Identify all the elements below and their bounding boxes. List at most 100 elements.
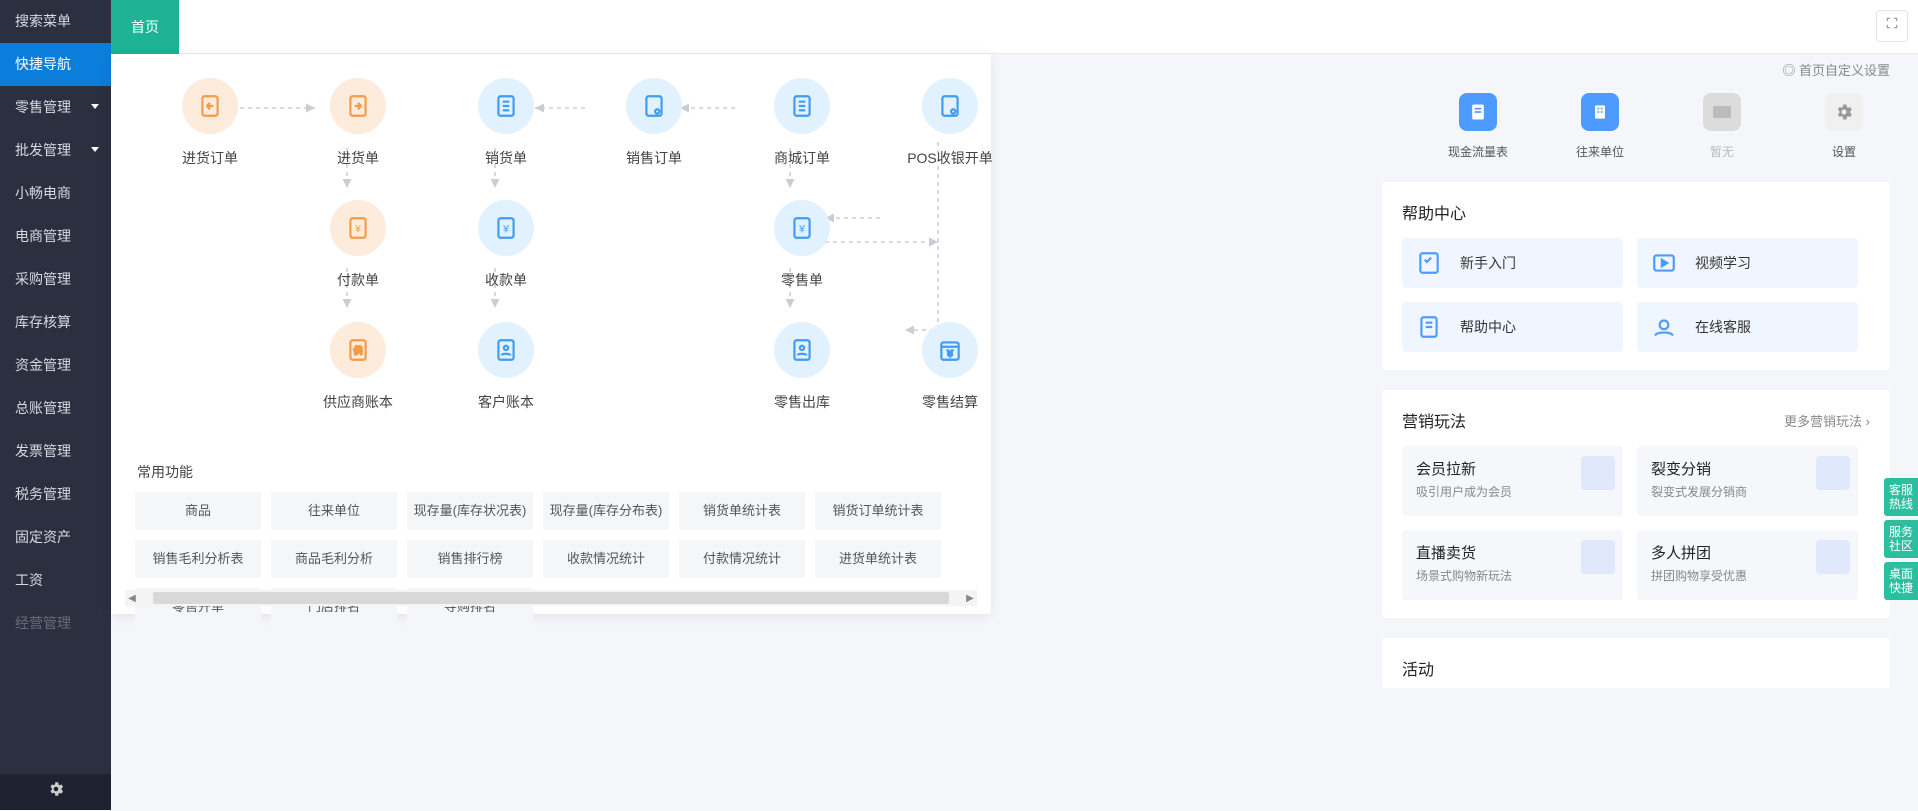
- activity-title: 活动: [1402, 656, 1870, 680]
- scroll-thumb[interactable]: [153, 592, 949, 604]
- tile-deco-icon: [1816, 540, 1850, 574]
- edge-tag-community[interactable]: 服务社区: [1884, 520, 1918, 558]
- marketing-tile[interactable]: 会员拉新吸引用户成为会员: [1402, 446, 1623, 516]
- flow-label: 销货单: [431, 148, 581, 168]
- quicknav-flyout: 进货订单进货单销货单销售订单商城订单POS收银开单¥付款单¥收款单¥零售单供供应…: [111, 54, 991, 614]
- sidebar-item-operations[interactable]: 经营管理: [0, 602, 111, 645]
- play-icon: [1651, 250, 1677, 276]
- common-function-button[interactable]: 进货单统计表: [815, 540, 941, 578]
- placeholder-icon: [1703, 93, 1741, 131]
- flow-node[interactable]: ¥零售结算: [875, 322, 1025, 412]
- flyout-scrollbar[interactable]: ◀ ▶: [125, 590, 977, 606]
- common-function-button[interactable]: 销货订单统计表: [815, 492, 941, 530]
- common-function-button[interactable]: 往来单位: [271, 492, 397, 530]
- sidebar-item-tax[interactable]: 税务管理: [0, 473, 111, 516]
- flow-icon: ¥: [330, 200, 386, 256]
- flow-icon: [330, 78, 386, 134]
- shortcut-cashflow[interactable]: 现金流量表: [1442, 93, 1514, 160]
- sidebar-item-invoice[interactable]: 发票管理: [0, 430, 111, 473]
- help-tile-help[interactable]: 帮助中心: [1402, 302, 1623, 352]
- marketing-more-link[interactable]: 更多营销玩法 ›: [1784, 411, 1870, 430]
- svg-text:¥: ¥: [947, 349, 953, 359]
- flow-label: 零售出库: [727, 392, 877, 412]
- common-function-button[interactable]: 销售毛利分析表: [135, 540, 261, 578]
- edge-tag-hotline[interactable]: 客服热线: [1884, 478, 1918, 516]
- common-function-button[interactable]: 收款情况统计: [543, 540, 669, 578]
- svg-text:供: 供: [354, 344, 363, 355]
- gear-icon: [47, 775, 65, 811]
- flow-icon: [478, 322, 534, 378]
- help-tile-video[interactable]: 视频学习: [1637, 238, 1858, 288]
- shortcut-settings[interactable]: 设置: [1808, 93, 1880, 160]
- sidebar-item-salary[interactable]: 工资: [0, 559, 111, 602]
- flow-icon: [626, 78, 682, 134]
- sidebar-item-quicknav[interactable]: 快捷导航: [0, 43, 111, 86]
- marketing-title: 营销玩法: [1402, 408, 1466, 432]
- sidebar-item-search[interactable]: 搜索菜单: [0, 0, 111, 43]
- marketing-tile[interactable]: 直播卖货场景式购物新玩法: [1402, 530, 1623, 600]
- scroll-right-icon[interactable]: ▶: [963, 593, 977, 604]
- target-icon: ◎: [1782, 63, 1799, 78]
- sidebar-item-inventory[interactable]: 库存核算: [0, 301, 111, 344]
- sidebar-item-ecommerce[interactable]: 电商管理: [0, 215, 111, 258]
- help-tile-newbie[interactable]: 新手入门: [1402, 238, 1623, 288]
- flow-icon: ¥: [774, 200, 830, 256]
- sidebar-settings[interactable]: [0, 774, 111, 810]
- flow-node[interactable]: 销售订单: [579, 78, 729, 168]
- sidebar-item-fixed-assets[interactable]: 固定资产: [0, 516, 111, 559]
- tile-deco-icon: [1581, 540, 1615, 574]
- flow-node[interactable]: 客户账本: [431, 322, 581, 412]
- activity-card: 活动: [1382, 638, 1890, 688]
- expand-icon: [1885, 17, 1899, 34]
- flow-label: 零售单: [727, 270, 877, 290]
- flow-node[interactable]: ¥ 零售单: [727, 200, 877, 290]
- flow-icon: 供: [330, 322, 386, 378]
- common-function-button[interactable]: 商品毛利分析: [271, 540, 397, 578]
- common-function-button[interactable]: 现存量(库存分布表): [543, 492, 669, 530]
- marketing-tile[interactable]: 多人拼团拼团购物享受优惠: [1637, 530, 1858, 600]
- flow-node[interactable]: ¥付款单: [283, 200, 433, 290]
- customize-link[interactable]: ◎ 首页自定义设置: [1382, 60, 1890, 79]
- edge-tag-desktop[interactable]: 桌面快捷: [1884, 562, 1918, 600]
- flow-icon: [478, 78, 534, 134]
- flow-node[interactable]: 进货单: [283, 78, 433, 168]
- svg-text:¥: ¥: [798, 223, 806, 235]
- sidebar-item-purchase[interactable]: 采购管理: [0, 258, 111, 301]
- fullscreen-button[interactable]: [1876, 10, 1908, 42]
- shortcut-contacts[interactable]: 往来单位: [1564, 93, 1636, 160]
- svg-text:¥: ¥: [354, 223, 362, 235]
- flow-node[interactable]: 进货订单: [135, 78, 285, 168]
- marketing-card: 营销玩法 更多营销玩法 › 会员拉新吸引用户成为会员 裂变分销裂变式发展分销商 …: [1382, 390, 1890, 618]
- report-icon: [1459, 93, 1497, 131]
- marketing-tile[interactable]: 裂变分销裂变式发展分销商: [1637, 446, 1858, 516]
- edge-tags: 客服热线 服务社区 桌面快捷: [1884, 478, 1918, 604]
- sidebar-item-retail[interactable]: 零售管理: [0, 86, 111, 129]
- common-function-button[interactable]: 销售排行榜: [407, 540, 533, 578]
- common-function-button[interactable]: 付款情况统计: [679, 540, 805, 578]
- flow-node[interactable]: 供供应商账本: [283, 322, 433, 412]
- flow-node[interactable]: 商城订单: [727, 78, 877, 168]
- flow-icon: [774, 322, 830, 378]
- flow-node[interactable]: POS收银开单: [875, 78, 1025, 168]
- chevron-down-icon: [91, 104, 99, 109]
- scroll-left-icon[interactable]: ◀: [125, 593, 139, 604]
- common-function-button[interactable]: 商品: [135, 492, 261, 530]
- flow-node[interactable]: ¥ 收款单: [431, 200, 581, 290]
- common-function-button[interactable]: 现存量(库存状况表): [407, 492, 533, 530]
- chevron-right-icon: ›: [1866, 414, 1870, 429]
- sidebar-item-funds[interactable]: 资金管理: [0, 344, 111, 387]
- flow-label: 收款单: [431, 270, 581, 290]
- sidebar-item-xiaochang[interactable]: 小畅电商: [0, 172, 111, 215]
- flow-node[interactable]: 零售出库: [727, 322, 877, 412]
- tab-home[interactable]: 首页: [111, 0, 179, 54]
- tile-deco-icon: [1581, 456, 1615, 490]
- sidebar: 搜索菜单 快捷导航 零售管理 批发管理 小畅电商 电商管理 采购管理 库存核算 …: [0, 0, 111, 810]
- sidebar-item-ledger[interactable]: 总账管理: [0, 387, 111, 430]
- flow-label: 进货单: [283, 148, 433, 168]
- common-function-button[interactable]: 销货单统计表: [679, 492, 805, 530]
- help-card: 帮助中心 新手入门 视频学习 帮助中心 在线客服: [1382, 182, 1890, 370]
- sidebar-item-wholesale[interactable]: 批发管理: [0, 129, 111, 172]
- svg-text:¥: ¥: [502, 223, 510, 235]
- flow-node[interactable]: 销货单: [431, 78, 581, 168]
- help-tile-support[interactable]: 在线客服: [1637, 302, 1858, 352]
